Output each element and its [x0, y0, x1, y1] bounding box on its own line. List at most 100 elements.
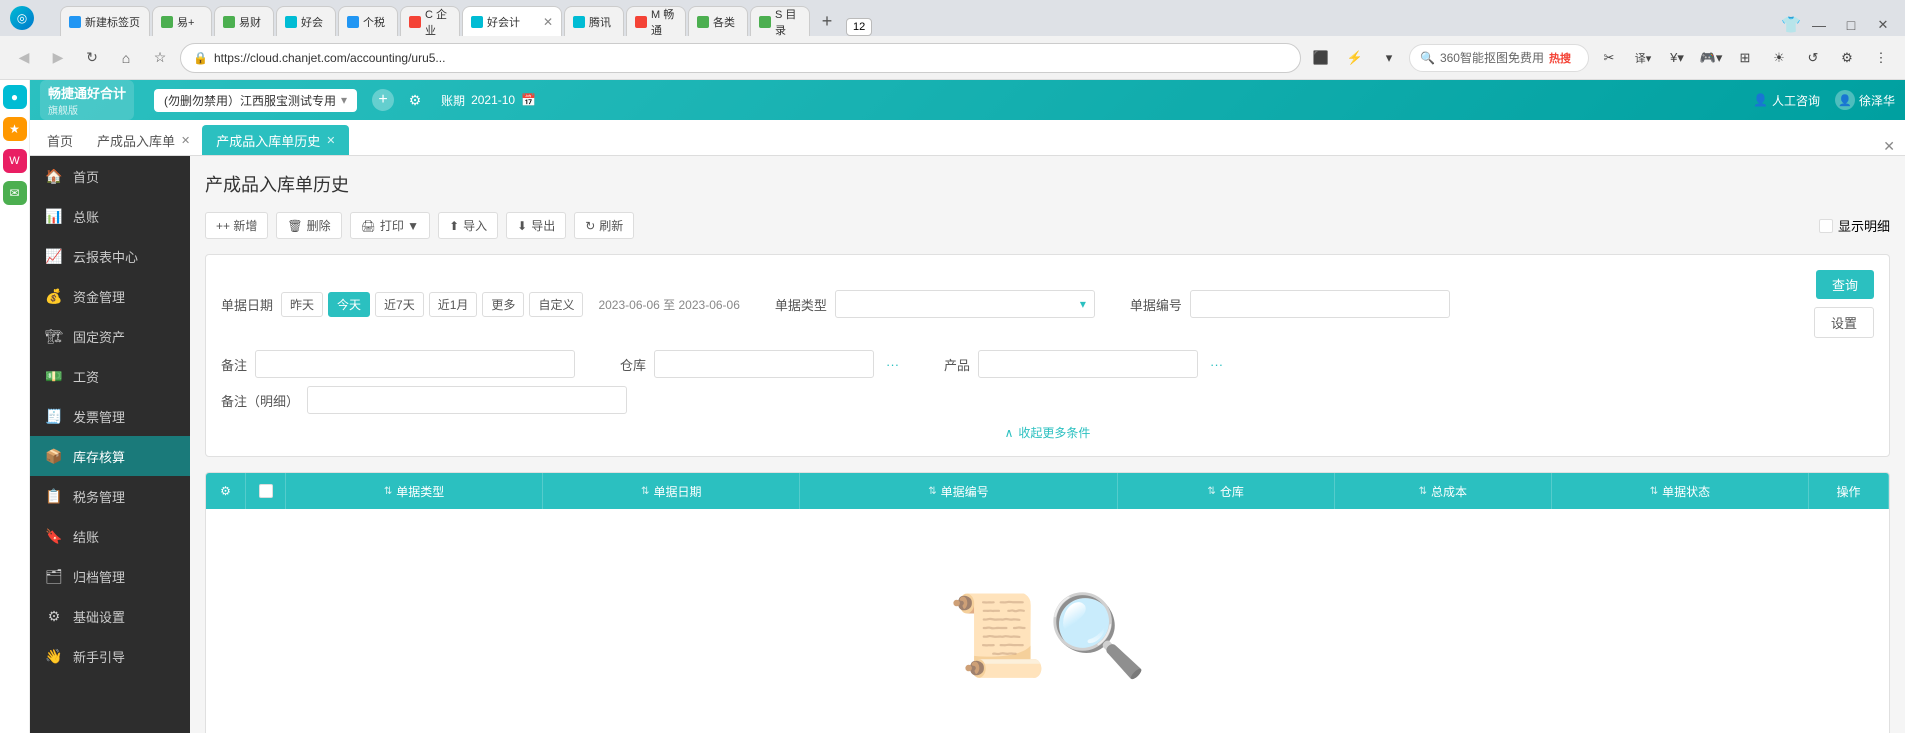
address-dropdown-icon[interactable]: ▾: [1375, 44, 1403, 72]
date-yesterday-btn[interactable]: 昨天: [281, 292, 323, 317]
tab[interactable]: 各类: [688, 6, 748, 36]
new-tab-button[interactable]: +: [812, 6, 842, 36]
th-checkbox[interactable]: [246, 473, 286, 509]
tab[interactable]: 好会: [276, 6, 336, 36]
sidebar-item-home[interactable]: 🏠 首页: [30, 156, 190, 196]
export-button[interactable]: ⬇ 导出: [506, 212, 566, 239]
settings-button[interactable]: ⚙: [404, 89, 426, 111]
note-detail-input[interactable]: [307, 386, 627, 414]
home-button[interactable]: ⌂: [112, 44, 140, 72]
date-custom-btn[interactable]: 自定义: [529, 292, 583, 317]
tab[interactable]: M 畅通: [626, 6, 686, 36]
sidebar-item-ledger[interactable]: 📊 总账: [30, 196, 190, 236]
display-toggle[interactable]: 显示明细: [1819, 216, 1890, 235]
browser-logo[interactable]: ◎: [10, 6, 34, 30]
tab[interactable]: 易+: [152, 6, 212, 36]
undo-icon[interactable]: ↺: [1799, 44, 1827, 72]
sidebar-item-base-settings[interactable]: ⚙ 基础设置: [30, 596, 190, 636]
browser-settings-icon[interactable]: ⚙: [1833, 44, 1861, 72]
date-today-btn[interactable]: 今天: [328, 292, 370, 317]
tab-icon: [697, 16, 709, 28]
close-button[interactable]: ✕: [1869, 14, 1897, 36]
tab-close-history[interactable]: ✕: [326, 134, 335, 147]
tab-list-page[interactable]: 产成品入库单 ✕: [85, 125, 202, 155]
type-select[interactable]: ▾: [835, 290, 1095, 318]
left-icon-green[interactable]: ●: [3, 85, 27, 109]
gamepad-icon[interactable]: 🎮▾: [1697, 44, 1725, 72]
tab-history-page[interactable]: 产成品入库单历史 ✕: [202, 125, 349, 155]
calendar-icon[interactable]: 📅: [521, 93, 536, 107]
collapse-button[interactable]: ∧ 收起更多条件: [221, 424, 1874, 441]
maximize-button[interactable]: □: [1837, 14, 1865, 36]
new-button[interactable]: + + 新增: [205, 212, 268, 239]
forward-button[interactable]: ▶: [44, 44, 72, 72]
sidebar-item-archive[interactable]: 🗂 归档管理: [30, 556, 190, 596]
th-warehouse[interactable]: ⇅ 仓库: [1118, 473, 1335, 509]
tab-icon: [69, 16, 81, 28]
left-icon-weibo[interactable]: W: [3, 149, 27, 173]
product-input[interactable]: [978, 350, 1198, 378]
minimize-button[interactable]: —: [1805, 14, 1833, 36]
query-button[interactable]: 查询: [1816, 270, 1874, 299]
refresh-button[interactable]: ↻: [78, 44, 106, 72]
grid-icon[interactable]: ⊞: [1731, 44, 1759, 72]
date-more-btn[interactable]: 更多: [482, 292, 524, 317]
tab-active[interactable]: 好会计 ✕: [462, 6, 562, 36]
sidebar-item-reports[interactable]: 📈 云报表中心: [30, 236, 190, 276]
note-input[interactable]: [255, 350, 575, 378]
tab[interactable]: C 企业: [400, 6, 460, 36]
th-status[interactable]: ⇅ 单据状态: [1552, 473, 1809, 509]
header-checkbox[interactable]: [259, 484, 273, 498]
company-selector[interactable]: (勿删勿禁用）江西服宝测试专用 ▾: [154, 89, 357, 112]
search-bar[interactable]: 🔍 360智能抠图免费用 热搜: [1409, 44, 1589, 72]
back-button[interactable]: ◀: [10, 44, 38, 72]
translate-icon[interactable]: 译▾: [1629, 44, 1657, 72]
user-avatar[interactable]: 👤 徐泽华: [1835, 90, 1895, 110]
warehouse-input[interactable]: [654, 350, 874, 378]
th-type[interactable]: ⇅ 单据类型: [286, 473, 543, 509]
tab[interactable]: 个税: [338, 6, 398, 36]
sun-icon[interactable]: ☀: [1765, 44, 1793, 72]
yen-icon[interactable]: ¥▾: [1663, 44, 1691, 72]
display-checkbox[interactable]: [1819, 219, 1833, 233]
sidebar-item-inventory[interactable]: 📦 库存核算: [30, 436, 190, 476]
sidebar-item-tax[interactable]: 📋 税务管理: [30, 476, 190, 516]
scissors-icon[interactable]: ✂: [1595, 44, 1623, 72]
tab[interactable]: 腾讯: [564, 6, 624, 36]
tab[interactable]: 易财: [214, 6, 274, 36]
shirt-icon[interactable]: 👕: [1781, 15, 1801, 35]
refresh-content-button[interactable]: ↻ 刷新: [574, 212, 634, 239]
left-icon-mail[interactable]: ✉: [3, 181, 27, 205]
number-input[interactable]: [1190, 290, 1450, 318]
browser-menu-icon[interactable]: ⋮: [1867, 44, 1895, 72]
address-input[interactable]: 🔒 https://cloud.chanjet.com/accounting/u…: [180, 43, 1301, 73]
extensions-icon[interactable]: ⬛: [1307, 44, 1335, 72]
add-account-button[interactable]: +: [372, 89, 394, 111]
page-close-button[interactable]: ✕: [1883, 138, 1895, 155]
tab-close-list[interactable]: ✕: [181, 134, 190, 147]
bookmark-button[interactable]: ☆: [146, 44, 174, 72]
th-cost[interactable]: ⇅ 总成本: [1335, 473, 1552, 509]
sidebar-item-funds[interactable]: 💰 资金管理: [30, 276, 190, 316]
th-date[interactable]: ⇅ 单据日期: [543, 473, 800, 509]
delete-button[interactable]: 🗑 删除: [276, 212, 341, 239]
import-button[interactable]: ⬆ 导入: [438, 212, 498, 239]
date-7days-btn[interactable]: 近7天: [375, 292, 424, 317]
tab[interactable]: S 目录: [750, 6, 810, 36]
tab[interactable]: 新建标签页: [60, 6, 150, 36]
date-1month-btn[interactable]: 近1月: [429, 292, 478, 317]
tab-close-icon[interactable]: ✕: [543, 15, 553, 29]
bolt-icon[interactable]: ⚡: [1341, 44, 1369, 72]
settings-button[interactable]: 设置: [1814, 307, 1874, 338]
th-settings[interactable]: ⚙: [206, 473, 246, 509]
left-icon-star[interactable]: ★: [3, 117, 27, 141]
breadcrumb-home[interactable]: 首页: [35, 125, 85, 155]
print-button[interactable]: 🖨 打印 ▼: [350, 212, 430, 239]
th-number[interactable]: ⇅ 单据编号: [800, 473, 1117, 509]
sidebar-item-guide[interactable]: 👋 新手引导: [30, 636, 190, 676]
sidebar-item-assets[interactable]: 🏗 固定资产: [30, 316, 190, 356]
sidebar-item-invoice[interactable]: 🧾 发票管理: [30, 396, 190, 436]
user-service-button[interactable]: 👤 人工咨询: [1753, 92, 1820, 109]
sidebar-item-payroll[interactable]: 💵 工资: [30, 356, 190, 396]
sidebar-item-checkout[interactable]: 🔖 结账: [30, 516, 190, 556]
